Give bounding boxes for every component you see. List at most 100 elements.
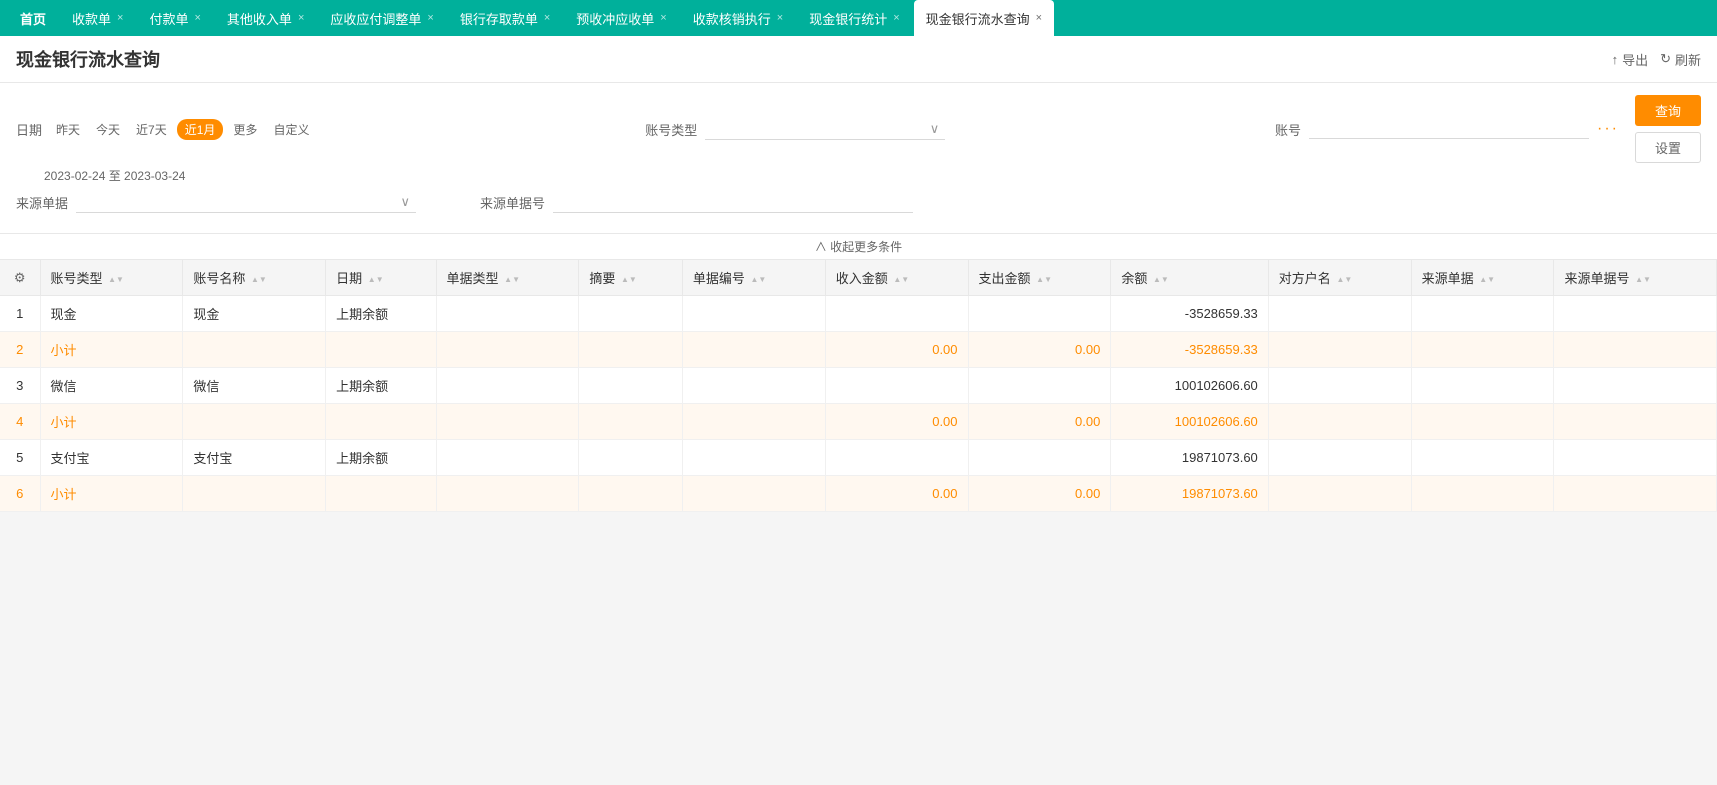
export-button[interactable]: ↑ 导出 bbox=[1612, 50, 1649, 69]
export-label: 导出 bbox=[1622, 50, 1648, 69]
column-source-doc[interactable]: 来源单据 ▲▼ bbox=[1411, 260, 1554, 296]
collapse-label: ∧ 收起更多条件 bbox=[815, 240, 902, 254]
table-row: 2小计0.000.00-3528659.33 bbox=[0, 332, 1717, 368]
table-cell: 6 bbox=[0, 476, 40, 512]
table-cell: 0.00 bbox=[968, 332, 1111, 368]
column-gear[interactable]: ⚙ bbox=[0, 260, 40, 296]
table-cell bbox=[1411, 332, 1554, 368]
sort-icon: ▲▼ bbox=[1036, 276, 1052, 284]
action-buttons: 查询 设置 bbox=[1635, 95, 1701, 163]
table-cell: 支付宝 bbox=[183, 440, 326, 476]
source-doc-label: 来源单据 bbox=[16, 193, 68, 212]
table-cell bbox=[1554, 404, 1717, 440]
close-icon[interactable]: × bbox=[298, 12, 304, 24]
collapse-bar[interactable]: ∧ 收起更多条件 bbox=[0, 234, 1717, 260]
close-icon[interactable]: × bbox=[117, 12, 123, 24]
close-icon[interactable]: × bbox=[893, 12, 899, 24]
table-cell bbox=[579, 332, 683, 368]
column-doc-type[interactable]: 单据类型 ▲▼ bbox=[436, 260, 579, 296]
column-expense[interactable]: 支出金额 ▲▼ bbox=[968, 260, 1111, 296]
nav-tab-pre-receipt[interactable]: 预收冲应收单 × bbox=[564, 0, 678, 36]
column-summary[interactable]: 摘要 ▲▼ bbox=[579, 260, 683, 296]
close-icon[interactable]: × bbox=[194, 12, 200, 24]
table-cell: 3 bbox=[0, 368, 40, 404]
shortcut-1month[interactable]: 近1月 bbox=[177, 119, 224, 140]
table-cell: 2 bbox=[0, 332, 40, 368]
column-income[interactable]: 收入金额 ▲▼ bbox=[825, 260, 968, 296]
table-cell bbox=[1554, 440, 1717, 476]
column-account-name[interactable]: 账号名称 ▲▼ bbox=[183, 260, 326, 296]
nav-tab-bank-deposit[interactable]: 银行存取款单 × bbox=[448, 0, 562, 36]
shortcut-today[interactable]: 今天 bbox=[90, 119, 126, 140]
table-cell bbox=[436, 368, 579, 404]
table-cell: -3528659.33 bbox=[1111, 296, 1268, 332]
column-source-doc-num[interactable]: 来源单据号 ▲▼ bbox=[1554, 260, 1717, 296]
table-cell: 0.00 bbox=[825, 332, 968, 368]
source-doc-num-label: 来源单据号 bbox=[480, 193, 545, 212]
refresh-label: 刷新 bbox=[1675, 50, 1701, 69]
sort-icon: ▲▼ bbox=[1336, 276, 1352, 284]
nav-tab-bank-flow[interactable]: 现金银行流水查询 × bbox=[914, 0, 1054, 36]
account-input[interactable] bbox=[1309, 119, 1589, 139]
table-cell bbox=[1268, 404, 1411, 440]
table-cell: 100102606.60 bbox=[1111, 404, 1268, 440]
nav-tab-other-income-label: 其他收入单 bbox=[227, 9, 292, 28]
shortcut-custom[interactable]: 自定义 bbox=[267, 119, 315, 140]
sort-icon: ▲▼ bbox=[621, 276, 637, 284]
close-icon[interactable]: × bbox=[777, 12, 783, 24]
column-account-type[interactable]: 账号类型 ▲▼ bbox=[40, 260, 183, 296]
account-type-select[interactable]: ∨ bbox=[705, 119, 945, 140]
table-cell: 0.00 bbox=[968, 476, 1111, 512]
nav-tab-verify-label: 收款核销执行 bbox=[693, 9, 771, 28]
table-cell bbox=[682, 440, 825, 476]
nav-tab-other-income[interactable]: 其他收入单 × bbox=[215, 0, 316, 36]
column-income-label: 收入金额 bbox=[836, 271, 888, 286]
table-cell bbox=[1411, 404, 1554, 440]
table-cell: 小计 bbox=[40, 476, 183, 512]
settings-button[interactable]: 设置 bbox=[1635, 132, 1701, 163]
header-actions: ↑ 导出 ↻ 刷新 bbox=[1612, 50, 1701, 69]
column-doc-num[interactable]: 单据编号 ▲▼ bbox=[682, 260, 825, 296]
nav-tab-adjust-label: 应收应付调整单 bbox=[330, 9, 421, 28]
nav-tab-bank-stat[interactable]: 现金银行统计 × bbox=[797, 0, 911, 36]
shortcut-7days[interactable]: 近7天 bbox=[130, 119, 173, 140]
table-cell bbox=[326, 332, 436, 368]
close-icon[interactable]: × bbox=[427, 12, 433, 24]
table-cell: 0.00 bbox=[825, 476, 968, 512]
query-button[interactable]: 查询 bbox=[1635, 95, 1701, 126]
nav-tab-verify[interactable]: 收款核销执行 × bbox=[681, 0, 795, 36]
account-type-filter-group: 账号类型 ∨ bbox=[645, 119, 945, 140]
table-cell: 19871073.60 bbox=[1111, 476, 1268, 512]
sort-icon: ▲▼ bbox=[251, 276, 267, 284]
column-account-type-label: 账号类型 bbox=[51, 271, 103, 286]
column-balance[interactable]: 余额 ▲▼ bbox=[1111, 260, 1268, 296]
source-doc-select[interactable]: ∨ bbox=[76, 192, 416, 213]
column-counterpart[interactable]: 对方户名 ▲▼ bbox=[1268, 260, 1411, 296]
table-cell bbox=[183, 476, 326, 512]
table-cell: 1 bbox=[0, 296, 40, 332]
shortcut-more[interactable]: 更多 bbox=[227, 119, 263, 140]
nav-tab-receipt[interactable]: 收款单 × bbox=[60, 0, 135, 36]
account-dots-button[interactable]: ··· bbox=[1597, 120, 1619, 138]
shortcut-yesterday[interactable]: 昨天 bbox=[50, 119, 86, 140]
page-header: 现金银行流水查询 ↑ 导出 ↻ 刷新 bbox=[0, 36, 1717, 83]
nav-tab-adjust[interactable]: 应收应付调整单 × bbox=[318, 0, 445, 36]
filter-row-1: 日期 昨天 今天 近7天 近1月 更多 自定义 账号类型 ∨ bbox=[16, 95, 1701, 163]
table-cell: 上期余额 bbox=[326, 368, 436, 404]
column-date[interactable]: 日期 ▲▼ bbox=[326, 260, 436, 296]
refresh-button[interactable]: ↻ 刷新 bbox=[1660, 50, 1701, 69]
source-doc-num-input[interactable] bbox=[553, 193, 913, 213]
column-summary-label: 摘要 bbox=[589, 271, 615, 286]
close-icon[interactable]: × bbox=[1036, 12, 1042, 24]
table-cell bbox=[1554, 332, 1717, 368]
table-cell bbox=[825, 368, 968, 404]
gear-icon[interactable]: ⚙ bbox=[14, 270, 26, 285]
table-cell bbox=[1554, 476, 1717, 512]
close-icon[interactable]: × bbox=[544, 12, 550, 24]
nav-tab-home[interactable]: 首页 bbox=[8, 0, 58, 36]
close-icon[interactable]: × bbox=[660, 12, 666, 24]
table-row: 5支付宝支付宝上期余额19871073.60 bbox=[0, 440, 1717, 476]
table-cell bbox=[825, 296, 968, 332]
table-cell bbox=[436, 440, 579, 476]
nav-tab-payment[interactable]: 付款单 × bbox=[137, 0, 212, 36]
